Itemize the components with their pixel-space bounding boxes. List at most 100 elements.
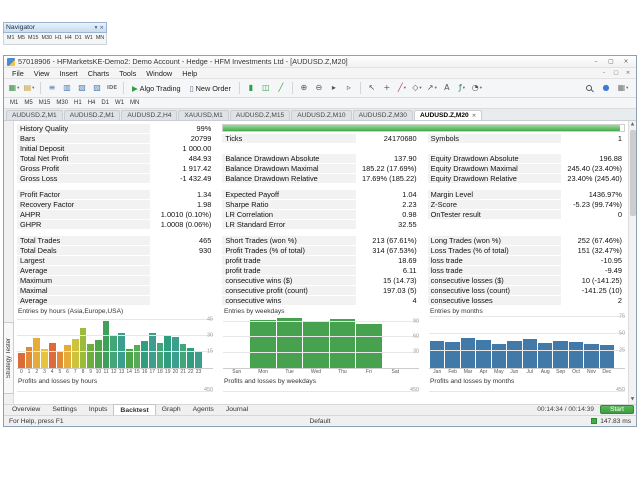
chart-plot: 25 50 75 <box>429 313 625 369</box>
chevron-down-icon[interactable]: ▾ <box>95 25 98 31</box>
search-icon[interactable] <box>582 81 596 95</box>
timeframe-m1[interactable]: M1 <box>8 99 20 108</box>
vertical-scrollbar[interactable]: ▲ ▼ <box>628 121 636 404</box>
menu-help[interactable]: Help <box>177 69 202 78</box>
fragment-tf-h1[interactable]: H1 <box>54 34 63 43</box>
chart-tab-1[interactable]: AUDUSD.Z,M1 <box>63 110 121 120</box>
x-tick-label: 15 <box>134 369 140 375</box>
page-icon: ▯ <box>189 83 194 93</box>
indicators-icon[interactable]: ƒ ▾ <box>455 81 469 95</box>
report-label: Z-Score <box>427 199 561 209</box>
status-profile[interactable]: Default <box>310 418 331 425</box>
toolbar-separator <box>123 82 124 94</box>
navigator-panel-header[interactable]: Navigator ▾ × <box>3 22 107 33</box>
timeframe-h4[interactable]: H4 <box>86 99 98 108</box>
chart-bar <box>48 342 56 368</box>
new-chart-icon[interactable]: ▦ ▾ <box>7 81 21 95</box>
tester-tab-backtest[interactable]: Backtest <box>113 404 156 415</box>
timeframe-mn[interactable]: MN <box>128 99 141 108</box>
chart-tab-2[interactable]: AUDUSD.Z,H4 <box>121 110 178 120</box>
cursor-icon[interactable]: ↖ <box>365 81 379 95</box>
x-tick-label: 11 <box>103 369 109 375</box>
fragment-tf-m5[interactable]: M5 <box>17 34 27 43</box>
chart-shift-icon[interactable]: ▹ <box>342 81 356 95</box>
scroll-up-icon[interactable]: ▲ <box>629 121 637 129</box>
close-icon[interactable]: × <box>99 25 104 31</box>
chart-tab-3[interactable]: XAUUSD,M1 <box>178 110 229 120</box>
fragment-tf-m30[interactable]: M30 <box>41 34 54 43</box>
timeframe-m15[interactable]: M15 <box>37 99 53 108</box>
auto-scroll-icon[interactable]: ▸ <box>327 81 341 95</box>
menu-window[interactable]: Window <box>141 69 177 78</box>
menu-insert[interactable]: Insert <box>54 69 82 78</box>
data-window-icon[interactable]: ▥ <box>60 81 74 95</box>
report-pair <box>428 220 625 229</box>
tab-close-icon[interactable]: × <box>472 113 477 119</box>
crosshair-icon[interactable]: + <box>380 81 394 95</box>
menu-charts[interactable]: Charts <box>83 69 115 78</box>
strategy-tester-vertical-tab[interactable]: Strategy Tester <box>4 322 14 394</box>
close-window-icon[interactable]: × <box>619 57 633 66</box>
chart-tab-4[interactable]: AUDUSD.Z,M15 <box>229 110 291 120</box>
report-row: AHPR 1.0010 (0.10%) LR Correlation 0.98 OnTe… <box>17 209 625 219</box>
maximize-icon[interactable]: ▢ <box>604 57 618 66</box>
timeframe-m30[interactable]: M30 <box>54 99 70 108</box>
title-bar[interactable]: 57018906 - HFMarketsKE-Demo2: Demo Accou… <box>4 56 636 68</box>
algo-trading-button[interactable]: ▶ Algo Trading <box>128 81 185 95</box>
arrows-icon[interactable]: ↗ ▾ <box>425 81 439 95</box>
community-icon[interactable]: ● <box>599 81 613 95</box>
tester-tab-settings[interactable]: Settings <box>46 405 83 415</box>
report-pair: loss trade -9.49 <box>427 265 625 275</box>
gridline <box>429 391 625 392</box>
minimize-icon[interactable]: – <box>589 57 603 66</box>
scrollbar-thumb[interactable] <box>629 130 636 216</box>
fragment-tf-h4[interactable]: H4 <box>64 34 73 43</box>
line-chart-icon[interactable]: ╱ <box>274 81 288 95</box>
report-value: 252 (67.46%) <box>577 235 622 245</box>
start-button[interactable]: Start <box>600 405 634 414</box>
child-restore-icon[interactable]: ▢ <box>611 70 621 76</box>
menu-file[interactable]: File <box>7 69 29 78</box>
fragment-tf-mn[interactable]: MN <box>95 34 105 43</box>
report-label: Expected Payoff <box>222 189 356 199</box>
menu-view[interactable]: View <box>29 69 55 78</box>
timeframe-d1[interactable]: D1 <box>99 99 111 108</box>
zoom-out-icon[interactable]: ⊖ <box>312 81 326 95</box>
zoom-in-icon[interactable]: ⊕ <box>297 81 311 95</box>
layouts-icon[interactable]: ▦ ▾ <box>616 81 630 95</box>
tester-tab-journal[interactable]: Journal <box>220 405 254 415</box>
timeframe-m5[interactable]: M5 <box>22 99 34 108</box>
scroll-down-icon[interactable]: ▼ <box>629 396 637 404</box>
toolbox-icon[interactable]: ▨ <box>90 81 104 95</box>
fragment-tf-d1[interactable]: D1 <box>74 34 83 43</box>
market-watch-icon[interactable]: ≡ <box>45 81 59 95</box>
profiles-icon[interactable]: ▤ ▾ <box>22 81 36 95</box>
trendline-icon[interactable]: ╱ ▾ <box>395 81 409 95</box>
metaeditor-icon[interactable]: IDE <box>105 81 119 95</box>
child-close-icon[interactable]: × <box>623 70 633 76</box>
menu-tools[interactable]: Tools <box>114 69 141 78</box>
chart-tab-5[interactable]: AUDUSD.Z,M10 <box>291 110 352 120</box>
tester-tab-inputs[interactable]: Inputs <box>83 405 114 415</box>
chart-tab-6[interactable]: AUDUSD.Z,M30 <box>352 110 413 120</box>
fragment-tf-m15[interactable]: M15 <box>27 34 40 43</box>
bar-chart-icon[interactable]: ▮ <box>244 81 258 95</box>
navigator-icon[interactable]: ▧ <box>75 81 89 95</box>
chart-tab-0[interactable]: AUDUSD.Z,M1 <box>6 110 63 120</box>
candle-chart-icon[interactable]: ◫ <box>259 81 273 95</box>
text-label-icon[interactable]: A <box>440 81 454 95</box>
timeframe-w1[interactable]: W1 <box>113 99 126 108</box>
period-menu-icon[interactable]: ◔ ▾ <box>470 81 484 95</box>
chart-tab-7[interactable]: AUDUSD.Z,M20 × <box>413 110 483 120</box>
timeframe-h1[interactable]: H1 <box>72 99 84 108</box>
chart-bar <box>568 342 584 368</box>
fragment-tf-w1[interactable]: W1 <box>84 34 94 43</box>
fragment-tf-m1[interactable]: M1 <box>6 34 16 43</box>
tester-tab-agents[interactable]: Agents <box>187 405 220 415</box>
child-minimize-icon[interactable]: – <box>599 70 609 76</box>
report-table: History Quality 99% Bars 20799 Ticks 24170680… <box>17 123 625 305</box>
tester-tab-overview[interactable]: Overview <box>6 405 46 415</box>
new-order-button[interactable]: ▯ New Order <box>186 81 235 95</box>
shapes-icon[interactable]: ◇ ▾ <box>410 81 424 95</box>
tester-tab-graph[interactable]: Graph <box>156 405 187 415</box>
